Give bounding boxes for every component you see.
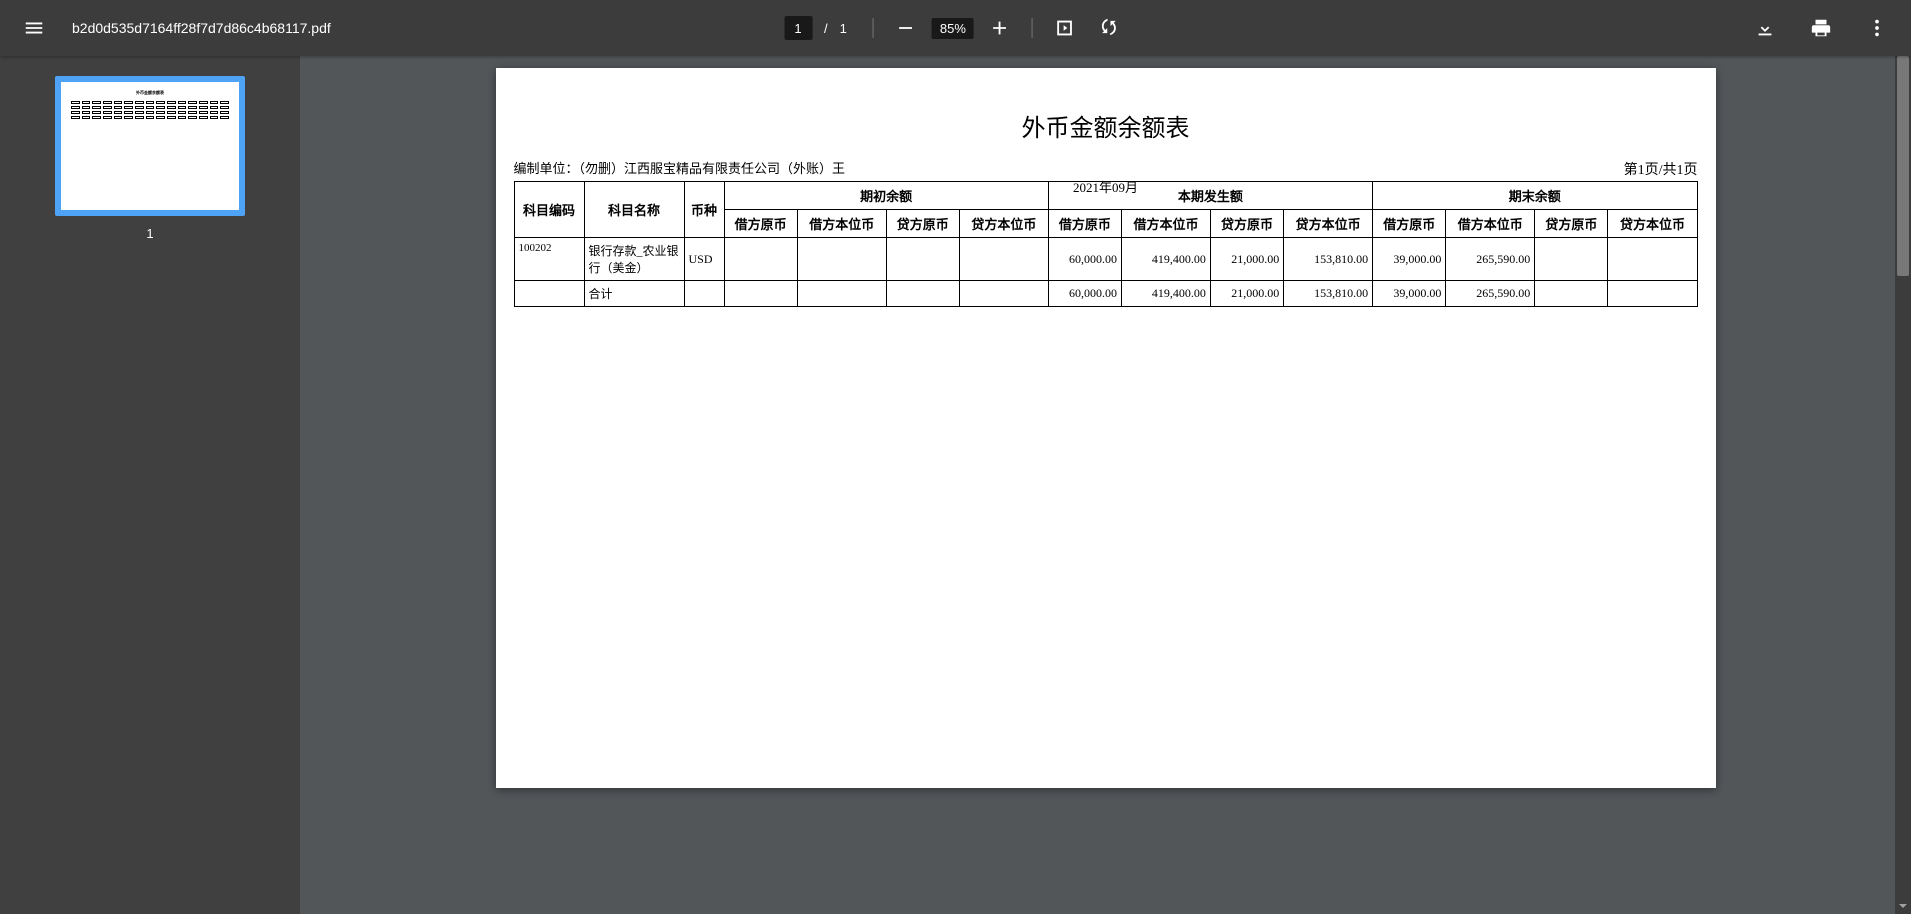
th-opening: 期初余额 [724, 182, 1048, 210]
th-close-do: 借方原币 [1373, 210, 1446, 238]
th-per-cb: 贷方本位币 [1284, 210, 1373, 238]
cell: 39,000.00 [1373, 281, 1446, 307]
cell: 153,810.00 [1284, 238, 1373, 281]
zoom-out-icon[interactable] [888, 10, 924, 46]
cell: 21,000.00 [1210, 281, 1283, 307]
scrollbar-thumb[interactable] [1897, 56, 1909, 276]
cell: 265,590.00 [1446, 238, 1535, 281]
pdf-page: 外币金额余额表 编制单位：（勿删）江西服宝精品有限责任公司（外账）王 2021年… [496, 68, 1716, 788]
thumbnail-sidebar: 外币金额余额表 1 [0, 56, 300, 914]
divider [1032, 18, 1033, 38]
cell [797, 238, 886, 281]
page-thumbnail[interactable]: 外币金额余额表 [55, 76, 245, 216]
page-total: 1 [840, 21, 859, 36]
cell [1608, 238, 1697, 281]
cell [724, 238, 797, 281]
cell [959, 238, 1048, 281]
th-per-do: 借方原币 [1048, 210, 1121, 238]
org-value: （勿删）江西服宝精品有限责任公司（外账）王 [579, 161, 846, 176]
th-name: 科目名称 [584, 182, 684, 238]
page-separator: / [820, 21, 832, 36]
cell: 265,590.00 [1446, 281, 1535, 307]
cell [886, 281, 959, 307]
cell [1535, 238, 1608, 281]
th-close-co: 贷方原币 [1535, 210, 1608, 238]
cell: 39,000.00 [1373, 238, 1446, 281]
cell [1608, 281, 1697, 307]
org-label: 编制单位： [514, 161, 579, 176]
cell [724, 281, 797, 307]
page-number-input[interactable] [784, 16, 812, 40]
pdf-toolbar: b2d0d535d7164ff28f7d7d86c4b68117.pdf / 1… [0, 0, 1911, 56]
thumbnail-page-number: 1 [146, 226, 153, 241]
menu-icon[interactable] [16, 10, 52, 46]
cell-name: 合计 [584, 281, 684, 307]
print-icon[interactable] [1803, 10, 1839, 46]
cell [959, 281, 1048, 307]
cell: 419,400.00 [1122, 238, 1211, 281]
divider [873, 18, 874, 38]
cell: 153,810.00 [1284, 281, 1373, 307]
balance-table: 科目编码 科目名称 币种 期初余额 本期发生额 期末余额 借方原币 借方本位币 … [514, 181, 1698, 307]
cell [886, 238, 959, 281]
th-closing: 期末余额 [1373, 182, 1697, 210]
cell-currency: USD [684, 238, 724, 281]
document-viewer[interactable]: 外币金额余额表 编制单位：（勿删）江西服宝精品有限责任公司（外账）王 2021年… [300, 56, 1911, 914]
main-area: 外币金额余额表 1 外币金额余额表 编制单位：（勿删）江西服宝精品有限责任公司（… [0, 56, 1911, 914]
scroll-down-icon[interactable] [1895, 898, 1911, 914]
cell-code [514, 281, 584, 307]
th-close-db: 借方本位币 [1446, 210, 1535, 238]
cell-currency [684, 281, 724, 307]
cell [797, 281, 886, 307]
th-currency: 币种 [684, 182, 724, 238]
zoom-in-icon[interactable] [982, 10, 1018, 46]
org-info: 编制单位：（勿删）江西服宝精品有限责任公司（外账）王 [514, 159, 846, 179]
download-icon[interactable] [1747, 10, 1783, 46]
th-open-cb: 贷方本位币 [959, 210, 1048, 238]
th-open-co: 贷方原币 [886, 210, 959, 238]
vertical-scrollbar[interactable] [1895, 56, 1911, 914]
rotate-icon[interactable] [1091, 10, 1127, 46]
th-per-db: 借方本位币 [1122, 210, 1211, 238]
th-close-cb: 贷方本位币 [1608, 210, 1697, 238]
table-row: 100202 银行存款_农业银行（美金） USD 60,000.00 419,4… [514, 238, 1697, 281]
page-info: 第1页/共1页 [1624, 159, 1698, 179]
cell: 60,000.00 [1048, 281, 1121, 307]
th-open-db: 借方本位币 [797, 210, 886, 238]
cell-name: 银行存款_农业银行（美金） [584, 238, 684, 281]
cell: 21,000.00 [1210, 238, 1283, 281]
zoom-level[interactable]: 85% [932, 18, 974, 39]
cell [1535, 281, 1608, 307]
document-title: 外币金额余额表 [514, 108, 1698, 143]
table-row: 合计 60,000.00 419,400.00 21,000.00 153,81… [514, 281, 1697, 307]
cell: 419,400.00 [1122, 281, 1211, 307]
th-open-do: 借方原币 [724, 210, 797, 238]
cell-code: 100202 [514, 238, 584, 281]
th-per-co: 贷方原币 [1210, 210, 1283, 238]
cell: 60,000.00 [1048, 238, 1121, 281]
period: 2021年09月 [1073, 177, 1138, 196]
fit-page-icon[interactable] [1047, 10, 1083, 46]
th-code: 科目编码 [514, 182, 584, 238]
document-filename: b2d0d535d7164ff28f7d7d86c4b68117.pdf [72, 20, 331, 36]
more-icon[interactable] [1859, 10, 1895, 46]
